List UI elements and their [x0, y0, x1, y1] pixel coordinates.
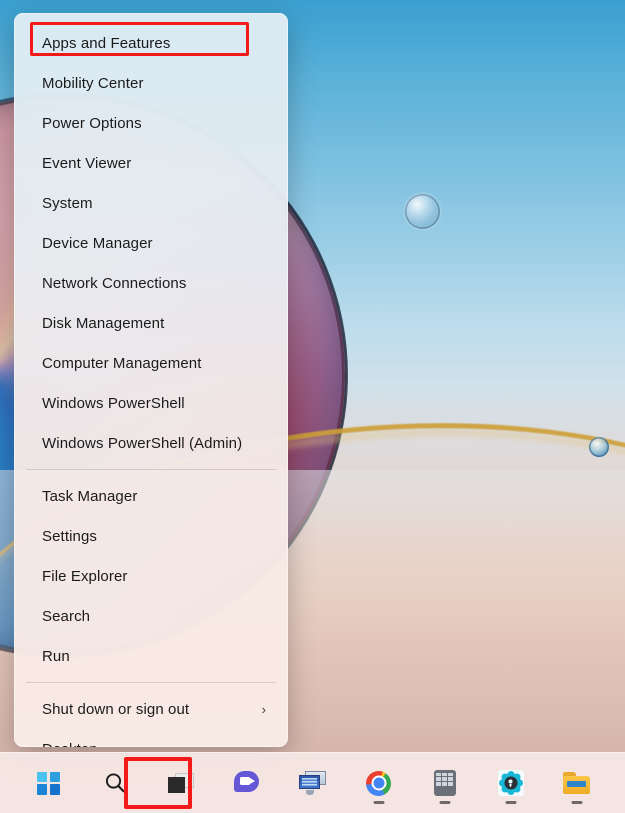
gear-keyhole-icon — [497, 770, 524, 796]
file-explorer-button[interactable] — [555, 761, 599, 805]
menu-item-run[interactable]: Run — [14, 636, 288, 676]
menu-item-settings[interactable]: Settings — [14, 516, 288, 556]
desktop-screen: Apps and Features Mobility Center Power … — [0, 0, 625, 813]
menu-item-label: Device Manager — [42, 234, 153, 252]
menu-item-label: Settings — [42, 527, 97, 545]
menu-item-desktop[interactable]: Desktop — [14, 729, 288, 748]
menu-item-disk-management[interactable]: Disk Management — [14, 303, 288, 343]
menu-item-label: Windows PowerShell (Admin) — [42, 434, 243, 452]
running-indicator — [571, 800, 582, 804]
menu-item-file-explorer[interactable]: File Explorer — [14, 556, 288, 596]
windows-logo-icon — [37, 771, 60, 795]
menu-item-apps-and-features[interactable]: Apps and Features — [14, 23, 288, 63]
chrome-icon — [366, 770, 391, 796]
menu-item-event-viewer[interactable]: Event Viewer — [14, 143, 288, 183]
menu-item-label: Search — [42, 607, 91, 625]
calculator-button[interactable] — [423, 761, 467, 805]
task-view-icon — [167, 773, 194, 793]
menu-item-label: Mobility Center — [42, 74, 144, 92]
start-button[interactable] — [27, 761, 71, 805]
menu-item-windows-powershell[interactable]: Windows PowerShell — [14, 383, 288, 423]
folder-icon — [563, 772, 590, 794]
remote-desktop-icon — [298, 771, 327, 795]
menu-item-label: Disk Management — [42, 314, 165, 332]
task-view-button[interactable] — [159, 761, 203, 805]
menu-item-label: File Explorer — [42, 567, 128, 585]
menu-item-windows-powershell-admin[interactable]: Windows PowerShell (Admin) — [14, 423, 288, 463]
menu-item-label: System — [42, 194, 93, 212]
remote-desktop-button[interactable] — [291, 761, 335, 805]
medium-droplet-decoration — [405, 194, 440, 229]
running-indicator — [439, 800, 450, 804]
menu-item-label: Power Options — [42, 114, 142, 132]
power-user-menu: Apps and Features Mobility Center Power … — [14, 13, 288, 747]
calculator-icon — [433, 770, 456, 796]
menu-item-task-manager[interactable]: Task Manager — [14, 476, 288, 516]
menu-item-label: Windows PowerShell — [42, 394, 185, 412]
menu-item-label: Run — [42, 647, 70, 665]
menu-item-label: Apps and Features — [42, 34, 171, 52]
chrome-button[interactable] — [357, 761, 401, 805]
menu-separator-2 — [26, 682, 276, 683]
menu-item-label: Event Viewer — [42, 154, 132, 172]
menu-item-network-connections[interactable]: Network Connections — [14, 263, 288, 303]
menu-item-search[interactable]: Search — [14, 596, 288, 636]
small-droplet-decoration — [589, 437, 609, 457]
menu-item-power-options[interactable]: Power Options — [14, 103, 288, 143]
running-indicator — [373, 800, 384, 804]
menu-item-mobility-center[interactable]: Mobility Center — [14, 63, 288, 103]
chat-button[interactable] — [225, 761, 269, 805]
menu-item-label: Network Connections — [42, 274, 187, 292]
chevron-right-icon: › — [261, 701, 266, 717]
menu-item-device-manager[interactable]: Device Manager — [14, 223, 288, 263]
chat-icon — [233, 771, 260, 795]
settings-app-button[interactable] — [489, 761, 533, 805]
menu-item-label: Desktop — [42, 741, 274, 748]
search-icon — [105, 773, 124, 793]
menu-item-shut-down-or-sign-out[interactable]: Shut down or sign out › — [14, 689, 288, 729]
menu-separator-1 — [26, 469, 276, 470]
menu-item-computer-management[interactable]: Computer Management — [14, 343, 288, 383]
menu-item-system[interactable]: System — [14, 183, 288, 223]
taskbar — [0, 752, 625, 813]
search-button[interactable] — [93, 761, 137, 805]
menu-item-label: Shut down or sign out — [42, 700, 190, 718]
menu-item-label: Task Manager — [42, 487, 138, 505]
menu-item-label: Computer Management — [42, 354, 202, 372]
running-indicator — [505, 800, 516, 804]
